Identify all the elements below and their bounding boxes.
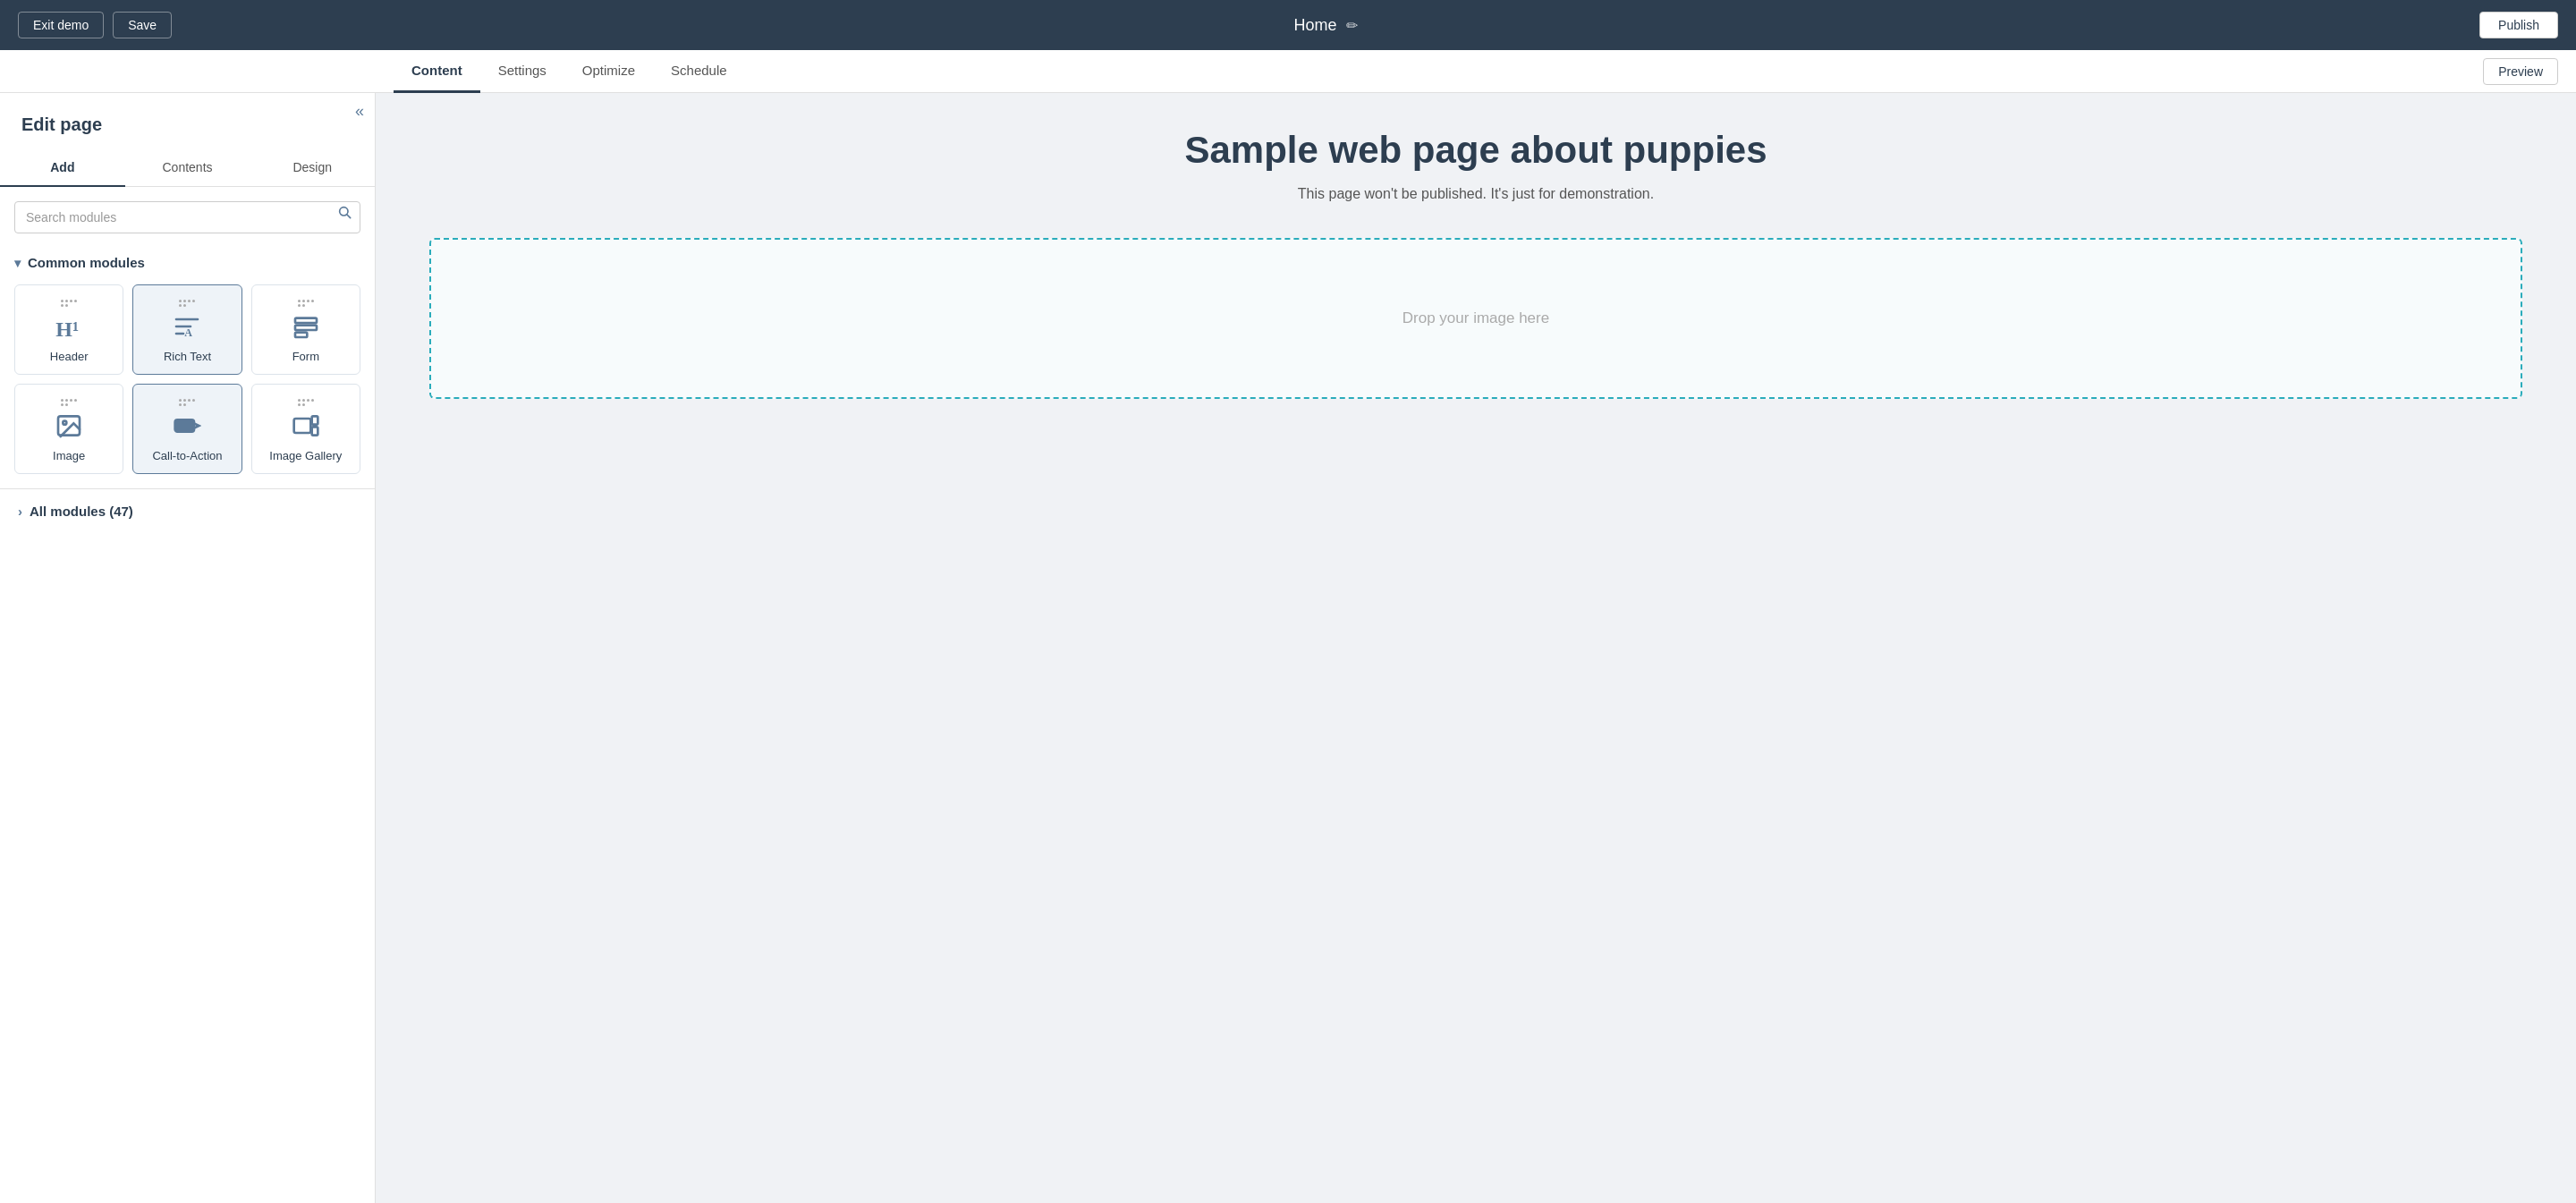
drag-dots-image — [61, 399, 77, 406]
module-cta[interactable]: Call-to-Action — [132, 384, 242, 474]
header-icon: H¹ — [55, 312, 83, 341]
drag-dots-cta — [179, 399, 195, 406]
topbar-right: Publish — [2479, 12, 2558, 38]
cta-module-icon-wrap — [173, 399, 201, 440]
sidebar-tab-add[interactable]: Add — [0, 149, 125, 187]
exit-demo-button[interactable]: Exit demo — [18, 12, 104, 38]
search-input[interactable] — [14, 201, 360, 233]
svg-line-1 — [347, 215, 351, 218]
gallery-module-icon-wrap — [292, 399, 320, 440]
cta-icon — [173, 411, 201, 440]
cta-module-label: Call-to-Action — [152, 449, 222, 462]
module-image-gallery[interactable]: Image Gallery — [251, 384, 360, 474]
sidebar-tabs: Add Contents Design — [0, 149, 375, 187]
main-layout: « Edit page Add Contents Design ▾ Common… — [0, 93, 2576, 1203]
common-modules-section: ▾ Common modules H¹ Header — [0, 241, 375, 488]
gallery-icon — [292, 411, 320, 440]
all-modules-label: All modules (47) — [30, 504, 133, 519]
image-drop-zone[interactable]: Drop your image here — [429, 238, 2522, 399]
topbar-left: Exit demo Save — [18, 12, 172, 38]
sidebar-title: Edit page — [0, 93, 375, 149]
svg-rect-6 — [295, 318, 317, 323]
svg-rect-11 — [175, 419, 194, 431]
module-header[interactable]: H¹ Header — [14, 284, 123, 375]
drag-dots-form — [298, 300, 314, 307]
tab-schedule[interactable]: Schedule — [653, 50, 745, 93]
topbar: Exit demo Save Home ✏ Publish — [0, 0, 2576, 50]
search-icon-button[interactable] — [337, 205, 352, 223]
navtabs-left: Content Settings Optimize Schedule — [394, 50, 745, 92]
svg-text:H¹: H¹ — [55, 318, 79, 341]
search-icon — [337, 205, 352, 219]
richtext-module-icon-wrap: A — [173, 300, 201, 341]
svg-rect-13 — [311, 416, 318, 424]
svg-text:A: A — [185, 326, 193, 339]
search-wrap — [0, 187, 375, 241]
svg-rect-8 — [295, 333, 307, 337]
image-module-icon-wrap — [55, 399, 83, 440]
richtext-module-label: Rich Text — [164, 350, 211, 363]
page-heading: Sample web page about puppies — [429, 129, 2522, 172]
tab-settings[interactable]: Settings — [480, 50, 564, 93]
richtext-icon: A — [173, 312, 201, 341]
module-rich-text[interactable]: A Rich Text — [132, 284, 242, 375]
gallery-module-label: Image Gallery — [269, 449, 342, 462]
common-modules-label: Common modules — [28, 255, 145, 270]
publish-button[interactable]: Publish — [2479, 12, 2558, 38]
content-area: Sample web page about puppies This page … — [376, 93, 2576, 1203]
tab-content[interactable]: Content — [394, 50, 480, 93]
navtabs: Content Settings Optimize Schedule Previ… — [0, 50, 2576, 93]
header-module-label: Header — [50, 350, 89, 363]
svg-rect-12 — [293, 419, 310, 433]
sidebar-tab-design[interactable]: Design — [250, 149, 375, 187]
common-modules-header[interactable]: ▾ Common modules — [14, 255, 360, 270]
svg-rect-7 — [295, 326, 317, 330]
save-button[interactable]: Save — [113, 12, 172, 38]
image-module-label: Image — [53, 449, 85, 462]
svg-point-10 — [63, 421, 66, 425]
svg-rect-14 — [311, 427, 318, 435]
header-module-icon-wrap: H¹ — [55, 300, 83, 341]
all-modules-row[interactable]: › All modules (47) — [0, 488, 375, 533]
module-form[interactable]: Form — [251, 284, 360, 375]
tab-optimize[interactable]: Optimize — [564, 50, 653, 93]
form-icon — [292, 312, 320, 341]
edit-title-icon[interactable]: ✏ — [1346, 17, 1358, 34]
topbar-center: Home ✏ — [1294, 16, 1358, 35]
drop-zone-text: Drop your image here — [1402, 309, 1549, 327]
drag-dots-richtext — [179, 300, 195, 307]
chevron-right-icon: › — [18, 504, 22, 519]
modules-grid: H¹ Header — [14, 284, 360, 474]
sidebar-collapse-button[interactable]: « — [355, 102, 364, 121]
form-module-icon-wrap — [292, 300, 320, 341]
drag-dots-header — [61, 300, 77, 307]
page-title: Home — [1294, 16, 1337, 35]
page-subtext: This page won't be published. It's just … — [429, 186, 2522, 202]
module-image[interactable]: Image — [14, 384, 123, 474]
chevron-down-icon: ▾ — [14, 256, 21, 270]
preview-button[interactable]: Preview — [2483, 58, 2558, 85]
form-module-label: Form — [292, 350, 319, 363]
sidebar: « Edit page Add Contents Design ▾ Common… — [0, 93, 376, 1203]
sidebar-tab-contents[interactable]: Contents — [125, 149, 250, 187]
drag-dots-gallery — [298, 399, 314, 406]
image-icon — [55, 411, 83, 440]
